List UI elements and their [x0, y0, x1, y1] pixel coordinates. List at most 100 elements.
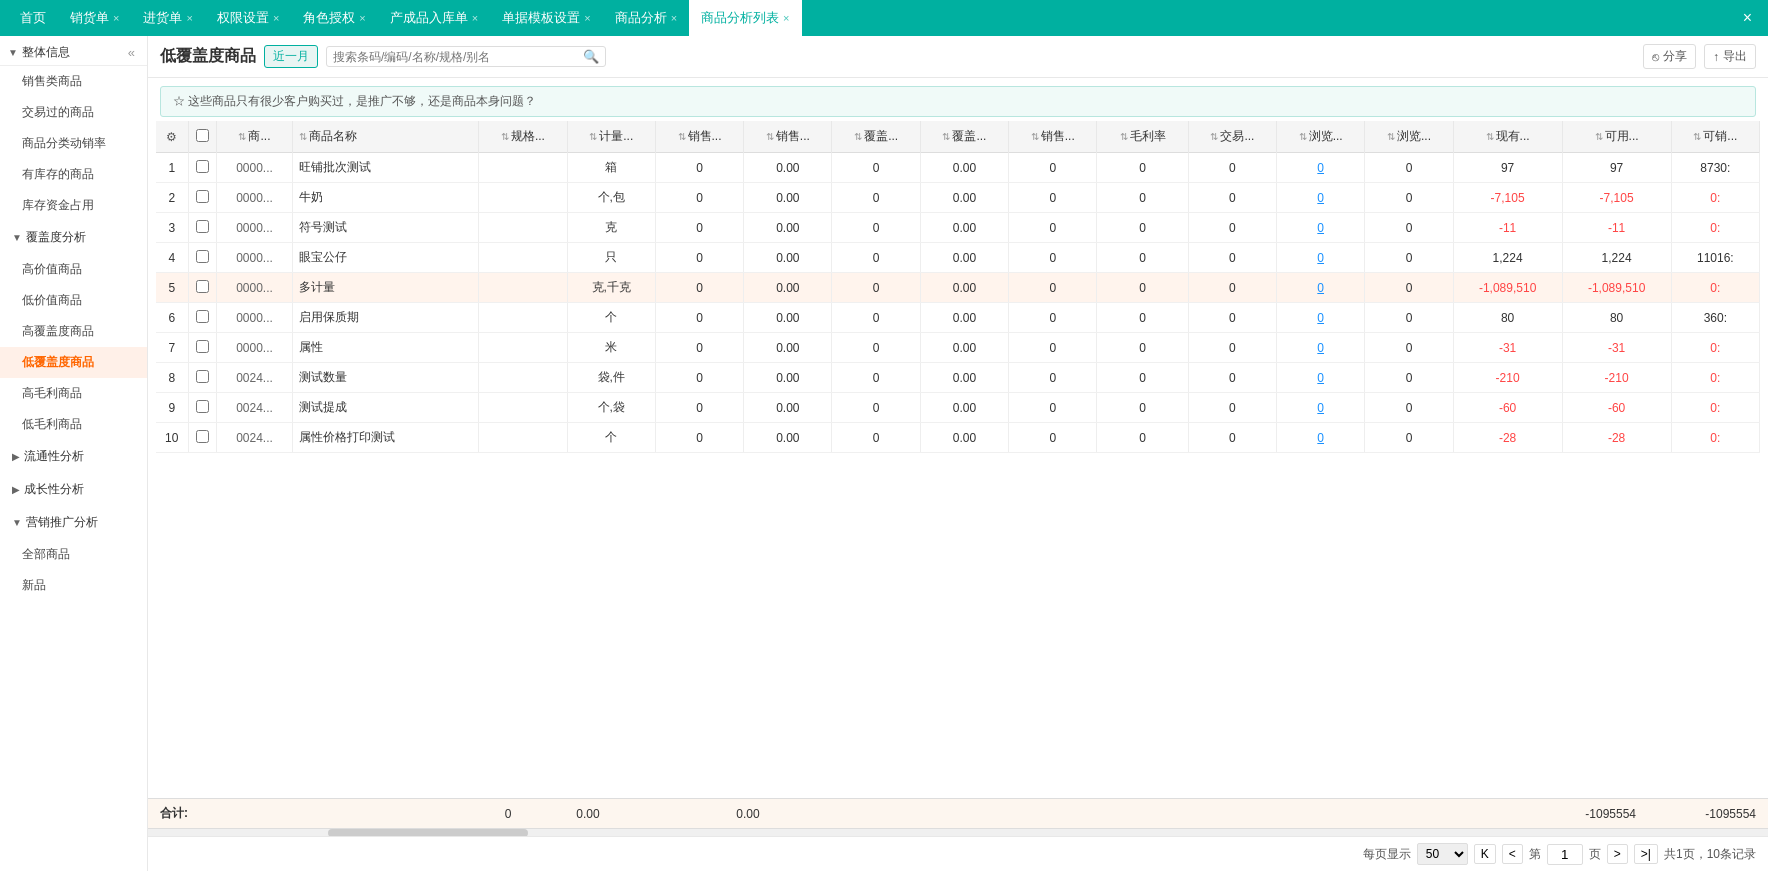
- row-checkbox[interactable]: [188, 363, 216, 393]
- sidebar-item-sales-products[interactable]: 销售类商品: [0, 66, 147, 97]
- nav-close-icon[interactable]: ×: [472, 12, 478, 24]
- next-page-button[interactable]: >: [1607, 844, 1628, 864]
- nav-close-icon[interactable]: ×: [113, 12, 119, 24]
- row-checkbox[interactable]: [188, 153, 216, 183]
- current-column-header[interactable]: ⇅现有...: [1453, 121, 1562, 153]
- row-checkbox[interactable]: [188, 423, 216, 453]
- export-button[interactable]: ↑ 导出: [1704, 44, 1756, 69]
- sidebar-item-traded-products[interactable]: 交易过的商品: [0, 97, 147, 128]
- row-browse1[interactable]: 0: [1277, 423, 1365, 453]
- page-number-input[interactable]: [1547, 844, 1583, 865]
- nav-sales-order[interactable]: 销货单 ×: [58, 0, 131, 36]
- row-name: 启用保质期: [293, 303, 479, 333]
- row-browse1[interactable]: 0: [1277, 213, 1365, 243]
- row-checkbox[interactable]: [188, 333, 216, 363]
- row-checkbox[interactable]: [188, 243, 216, 273]
- row-trade: 0: [1188, 303, 1276, 333]
- sidebar-item-low-coverage[interactable]: 低覆盖度商品: [0, 347, 147, 378]
- row-name: 测试提成: [293, 393, 479, 423]
- row-browse1[interactable]: 0: [1277, 153, 1365, 183]
- row-browse1[interactable]: 0: [1277, 303, 1365, 333]
- nav-product-analysis[interactable]: 商品分析 ×: [603, 0, 689, 36]
- export-icon: ↑: [1713, 50, 1719, 64]
- sidebar-item-high-margin[interactable]: 高毛利商品: [0, 378, 147, 409]
- filter-recent-month-button[interactable]: 近一月: [264, 45, 318, 68]
- nav-purchase-order[interactable]: 进货单 ×: [131, 0, 204, 36]
- cover1-column-header[interactable]: ⇅覆盖...: [832, 121, 920, 153]
- row-checkbox[interactable]: [188, 393, 216, 423]
- margin-column-header[interactable]: ⇅毛利率: [1097, 121, 1188, 153]
- settings-column-header[interactable]: ⚙: [156, 121, 188, 153]
- spec-column-header[interactable]: ⇅规格...: [479, 121, 567, 153]
- search-input[interactable]: [333, 50, 583, 64]
- nav-home[interactable]: 首页: [8, 0, 58, 36]
- sale3-column-header[interactable]: ⇅销售...: [1009, 121, 1097, 153]
- nav-product-analysis-list[interactable]: 商品分析列表 ×: [689, 0, 801, 36]
- nav-close-icon[interactable]: ×: [584, 12, 590, 24]
- row-checkbox[interactable]: [188, 273, 216, 303]
- row-sale3: 0: [1009, 213, 1097, 243]
- row-checkbox[interactable]: [188, 183, 216, 213]
- row-browse1[interactable]: 0: [1277, 363, 1365, 393]
- nav-finished-product[interactable]: 产成品入库单 ×: [378, 0, 490, 36]
- row-cover1: 0: [832, 363, 920, 393]
- row-available: -60: [1562, 393, 1671, 423]
- sidebar-item-category-rate[interactable]: 商品分类动销率: [0, 128, 147, 159]
- cover2-column-header[interactable]: ⇅覆盖...: [920, 121, 1008, 153]
- first-page-button[interactable]: K: [1474, 844, 1496, 864]
- unit-column-header[interactable]: ⇅计量...: [567, 121, 655, 153]
- row-sale2: 0.00: [744, 363, 832, 393]
- nav-close-icon[interactable]: ×: [186, 12, 192, 24]
- sidebar-item-high-value[interactable]: 高价值商品: [0, 254, 147, 285]
- sidebar-item-all-products[interactable]: 全部商品: [0, 539, 147, 570]
- name-column-header[interactable]: ⇅商品名称: [293, 121, 479, 153]
- sidebar-item-high-coverage[interactable]: 高覆盖度商品: [0, 316, 147, 347]
- table-wrapper[interactable]: ⚙ ⇅商... ⇅商品名称 ⇅规格... ⇅计量... ⇅销售... ⇅销售..…: [148, 121, 1768, 798]
- sidebar-overall-section[interactable]: ▼ 整体信息: [8, 44, 124, 61]
- sale1-column-header[interactable]: ⇅销售...: [655, 121, 743, 153]
- last-page-button[interactable]: >|: [1634, 844, 1658, 864]
- trade-column-header[interactable]: ⇅交易...: [1188, 121, 1276, 153]
- nav-close-icon[interactable]: ×: [783, 12, 789, 24]
- sale2-column-header[interactable]: ⇅销售...: [744, 121, 832, 153]
- sidebar-item-stocked-products[interactable]: 有库存的商品: [0, 159, 147, 190]
- sidebar-item-new-products[interactable]: 新品: [0, 570, 147, 601]
- row-browse1[interactable]: 0: [1277, 243, 1365, 273]
- browse1-column-header[interactable]: ⇅浏览...: [1277, 121, 1365, 153]
- horizontal-scrollbar[interactable]: [148, 828, 1768, 836]
- sidebar-item-inventory-capital[interactable]: 库存资金占用: [0, 190, 147, 221]
- window-close-button[interactable]: ×: [1735, 9, 1760, 27]
- sidebar-collapse-button[interactable]: «: [124, 45, 139, 60]
- table-row: 1 0000... 旺铺批次测试 箱 0 0.00 0 0.00 0 0 0 0…: [156, 153, 1760, 183]
- row-browse1[interactable]: 0: [1277, 393, 1365, 423]
- sidebar-coverage-section[interactable]: ▼ 覆盖度分析: [0, 221, 147, 254]
- row-current: 80: [1453, 303, 1562, 333]
- sellable-column-header[interactable]: ⇅可销...: [1671, 121, 1759, 153]
- nav-permission-settings[interactable]: 权限设置 ×: [205, 0, 291, 36]
- share-button[interactable]: ⎋ 分享: [1643, 44, 1696, 69]
- checkbox-column-header[interactable]: [188, 121, 216, 153]
- nav-close-icon[interactable]: ×: [359, 12, 365, 24]
- per-page-select[interactable]: 50 100 200: [1417, 843, 1468, 865]
- prev-page-button[interactable]: <: [1502, 844, 1523, 864]
- row-browse1[interactable]: 0: [1277, 273, 1365, 303]
- sidebar-item-low-value[interactable]: 低价值商品: [0, 285, 147, 316]
- nav-close-icon[interactable]: ×: [273, 12, 279, 24]
- sidebar-growth-section[interactable]: ▶ 成长性分析: [0, 473, 147, 506]
- nav-template-settings[interactable]: 单据模板设置 ×: [490, 0, 602, 36]
- available-column-header[interactable]: ⇅可用...: [1562, 121, 1671, 153]
- row-browse1[interactable]: 0: [1277, 333, 1365, 363]
- select-all-checkbox[interactable]: [196, 129, 209, 142]
- code-column-header[interactable]: ⇅商...: [216, 121, 293, 153]
- sidebar-item-low-margin[interactable]: 低毛利商品: [0, 409, 147, 440]
- row-checkbox[interactable]: [188, 303, 216, 333]
- row-browse1[interactable]: 0: [1277, 183, 1365, 213]
- sidebar-flow-section[interactable]: ▶ 流通性分析: [0, 440, 147, 473]
- row-trade: 0: [1188, 423, 1276, 453]
- browse2-column-header[interactable]: ⇅浏览...: [1365, 121, 1453, 153]
- nav-role-auth[interactable]: 角色授权 ×: [291, 0, 377, 36]
- row-checkbox[interactable]: [188, 213, 216, 243]
- sidebar-marketing-section[interactable]: ▼ 营销推广分析: [0, 506, 147, 539]
- row-browse2: 0: [1365, 273, 1453, 303]
- nav-close-icon[interactable]: ×: [671, 12, 677, 24]
